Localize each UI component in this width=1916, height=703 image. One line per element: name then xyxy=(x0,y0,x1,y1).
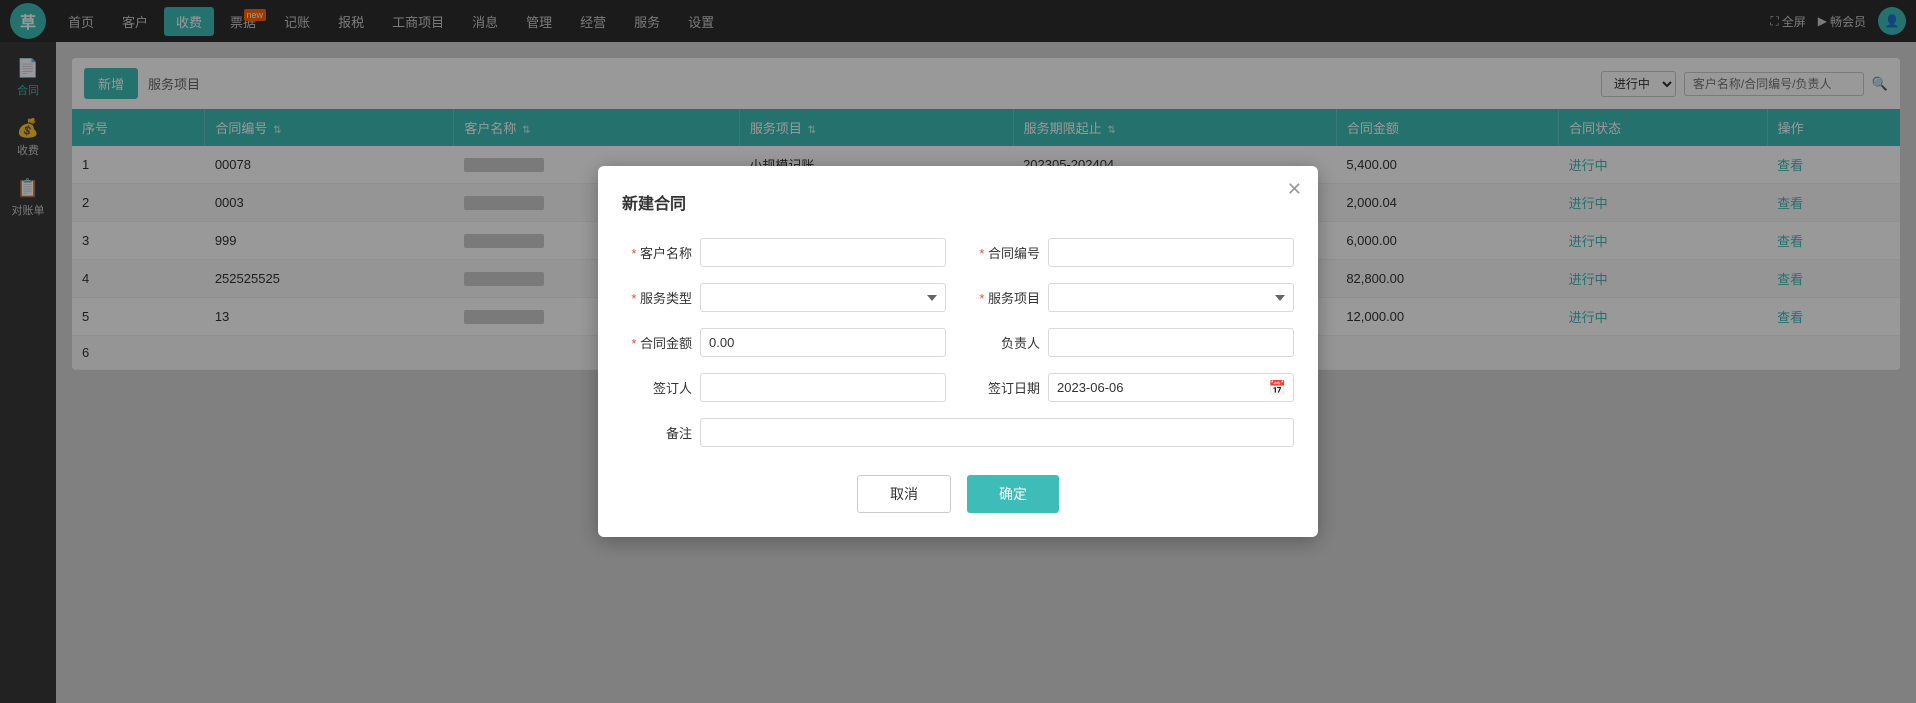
form-row-contract-no: 合同编号 xyxy=(970,238,1294,267)
signer-label: 签订人 xyxy=(622,378,692,397)
form-row-service-type: 服务类型 xyxy=(622,283,946,312)
client-name-label: 客户名称 xyxy=(622,243,692,262)
dialog-close-button[interactable]: ✕ xyxy=(1287,180,1302,198)
service-item-select[interactable] xyxy=(1048,283,1294,312)
responsible-label: 负责人 xyxy=(970,333,1040,352)
calendar-icon[interactable]: 📅 xyxy=(1269,379,1286,396)
amount-input[interactable] xyxy=(700,328,946,357)
signer-input[interactable] xyxy=(700,373,946,402)
client-name-input[interactable] xyxy=(700,238,946,267)
overlay: 新建合同 ✕ 客户名称 合同编号 服务类型 服务项目 合 xyxy=(0,0,1916,703)
form-row-remark: 备注 xyxy=(622,418,1294,447)
confirm-button[interactable]: 确定 xyxy=(967,475,1059,513)
sign-date-label: 签订日期 xyxy=(970,378,1040,397)
form-row-client: 客户名称 xyxy=(622,238,946,267)
form-row-responsible: 负责人 xyxy=(970,328,1294,357)
contract-no-input[interactable] xyxy=(1048,238,1294,267)
cancel-button[interactable]: 取消 xyxy=(857,475,951,513)
form-grid: 客户名称 合同编号 服务类型 服务项目 合同金额 负责人 xyxy=(622,238,1294,447)
dialog-title: 新建合同 xyxy=(622,190,1294,214)
form-row-amount: 合同金额 xyxy=(622,328,946,357)
responsible-input[interactable] xyxy=(1048,328,1294,357)
service-type-select[interactable] xyxy=(700,283,946,312)
remark-label: 备注 xyxy=(622,423,692,442)
sign-date-input[interactable] xyxy=(1048,373,1294,402)
dialog: 新建合同 ✕ 客户名称 合同编号 服务类型 服务项目 合 xyxy=(598,166,1318,537)
service-item-label: 服务项目 xyxy=(970,288,1040,307)
remark-input[interactable] xyxy=(700,418,1294,447)
form-row-sign-date: 签订日期 📅 xyxy=(970,373,1294,402)
service-type-label: 服务类型 xyxy=(622,288,692,307)
contract-no-label: 合同编号 xyxy=(970,243,1040,262)
amount-label: 合同金额 xyxy=(622,333,692,352)
form-row-signer: 签订人 xyxy=(622,373,946,402)
form-row-service-item: 服务项目 xyxy=(970,283,1294,312)
sign-date-wrapper: 📅 xyxy=(1048,373,1294,402)
dialog-footer: 取消 确定 xyxy=(622,475,1294,513)
